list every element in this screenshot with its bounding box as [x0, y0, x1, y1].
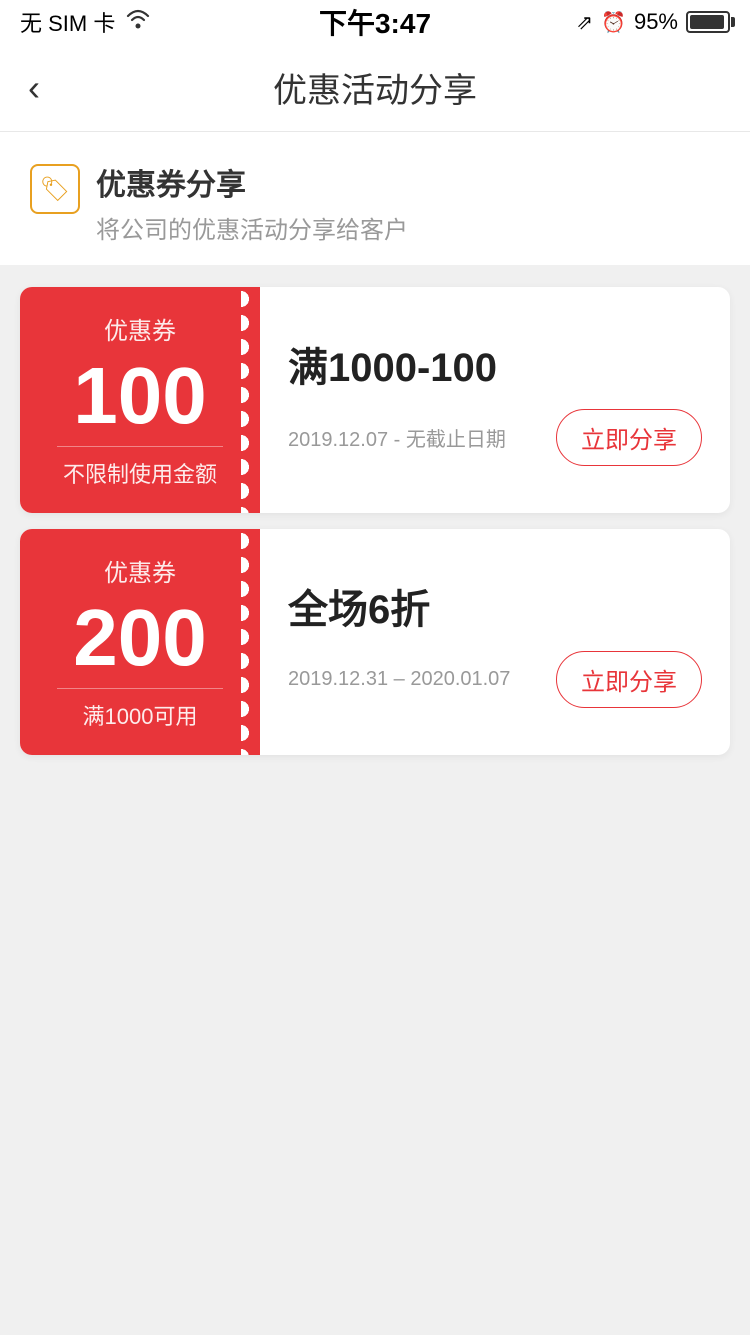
section-icon: 🏷 [30, 164, 80, 214]
coupon-label-2: 优惠券 [104, 553, 176, 588]
coupon-condition-2: 满1000可用 [83, 699, 198, 731]
status-bar: 无 SIM 卡 下午3:47 ⇗ ⏰ 95% [0, 0, 750, 44]
section-title: 优惠券分享 [96, 160, 408, 204]
coupon-condition-1: 不限制使用金额 [63, 457, 217, 489]
section-text-group: 优惠券分享 将公司的优惠活动分享给客户 [96, 160, 408, 245]
coupon-right-2: 全场6折 2019.12.31 – 2020.01.07 立即分享 [260, 529, 730, 755]
coupon-card-1: 优惠券 100 不限制使用金额 满1000-100 2019.12.07 - 无… [20, 287, 730, 513]
location-icon: ⇗ [576, 10, 593, 35]
coupon-left-2: 优惠券 200 满1000可用 [20, 529, 260, 755]
nav-bar: ‹ 优惠活动分享 [0, 44, 750, 132]
status-right: ⇗ ⏰ 95% [576, 9, 730, 35]
coupon-value-1: 100 [73, 356, 206, 436]
carrier-text: 无 SIM 卡 [20, 6, 115, 38]
status-time: 下午3:47 [319, 2, 431, 42]
alarm-icon: ⏰ [601, 10, 626, 35]
coupon-name-2: 全场6折 [288, 577, 702, 635]
coupon-divider-1 [57, 446, 223, 447]
empty-area [0, 775, 750, 1335]
coupon-label-1: 优惠券 [104, 311, 176, 346]
coupon-card-2: 优惠券 200 满1000可用 全场6折 2019.12.31 – 2020.0… [20, 529, 730, 755]
battery-text: 95% [634, 9, 678, 35]
coupon-list: 优惠券 100 不限制使用金额 满1000-100 2019.12.07 - 无… [0, 267, 750, 775]
coupon-value-2: 200 [73, 598, 206, 678]
page-title: 优惠活动分享 [273, 63, 477, 112]
share-button-2[interactable]: 立即分享 [556, 651, 702, 708]
share-button-1[interactable]: 立即分享 [556, 409, 702, 466]
coupon-right-1: 满1000-100 2019.12.07 - 无截止日期 立即分享 [260, 287, 730, 513]
coupon-name-1: 满1000-100 [288, 335, 702, 393]
wifi-icon [125, 9, 151, 35]
coupon-divider-2 [57, 688, 223, 689]
coupon-meta-1: 2019.12.07 - 无截止日期 立即分享 [288, 409, 702, 466]
battery-icon [686, 11, 730, 33]
section-subtitle: 将公司的优惠活动分享给客户 [96, 210, 408, 245]
coupon-date-1: 2019.12.07 - 无截止日期 [288, 423, 546, 452]
coupon-left-1: 优惠券 100 不限制使用金额 [20, 287, 260, 513]
back-button[interactable]: ‹ [28, 67, 40, 109]
section-header: 🏷 优惠券分享 将公司的优惠活动分享给客户 [0, 132, 750, 265]
coupon-date-2: 2019.12.31 – 2020.01.07 [288, 668, 546, 691]
coupon-meta-2: 2019.12.31 – 2020.01.07 立即分享 [288, 651, 702, 708]
status-left: 无 SIM 卡 [20, 6, 151, 38]
